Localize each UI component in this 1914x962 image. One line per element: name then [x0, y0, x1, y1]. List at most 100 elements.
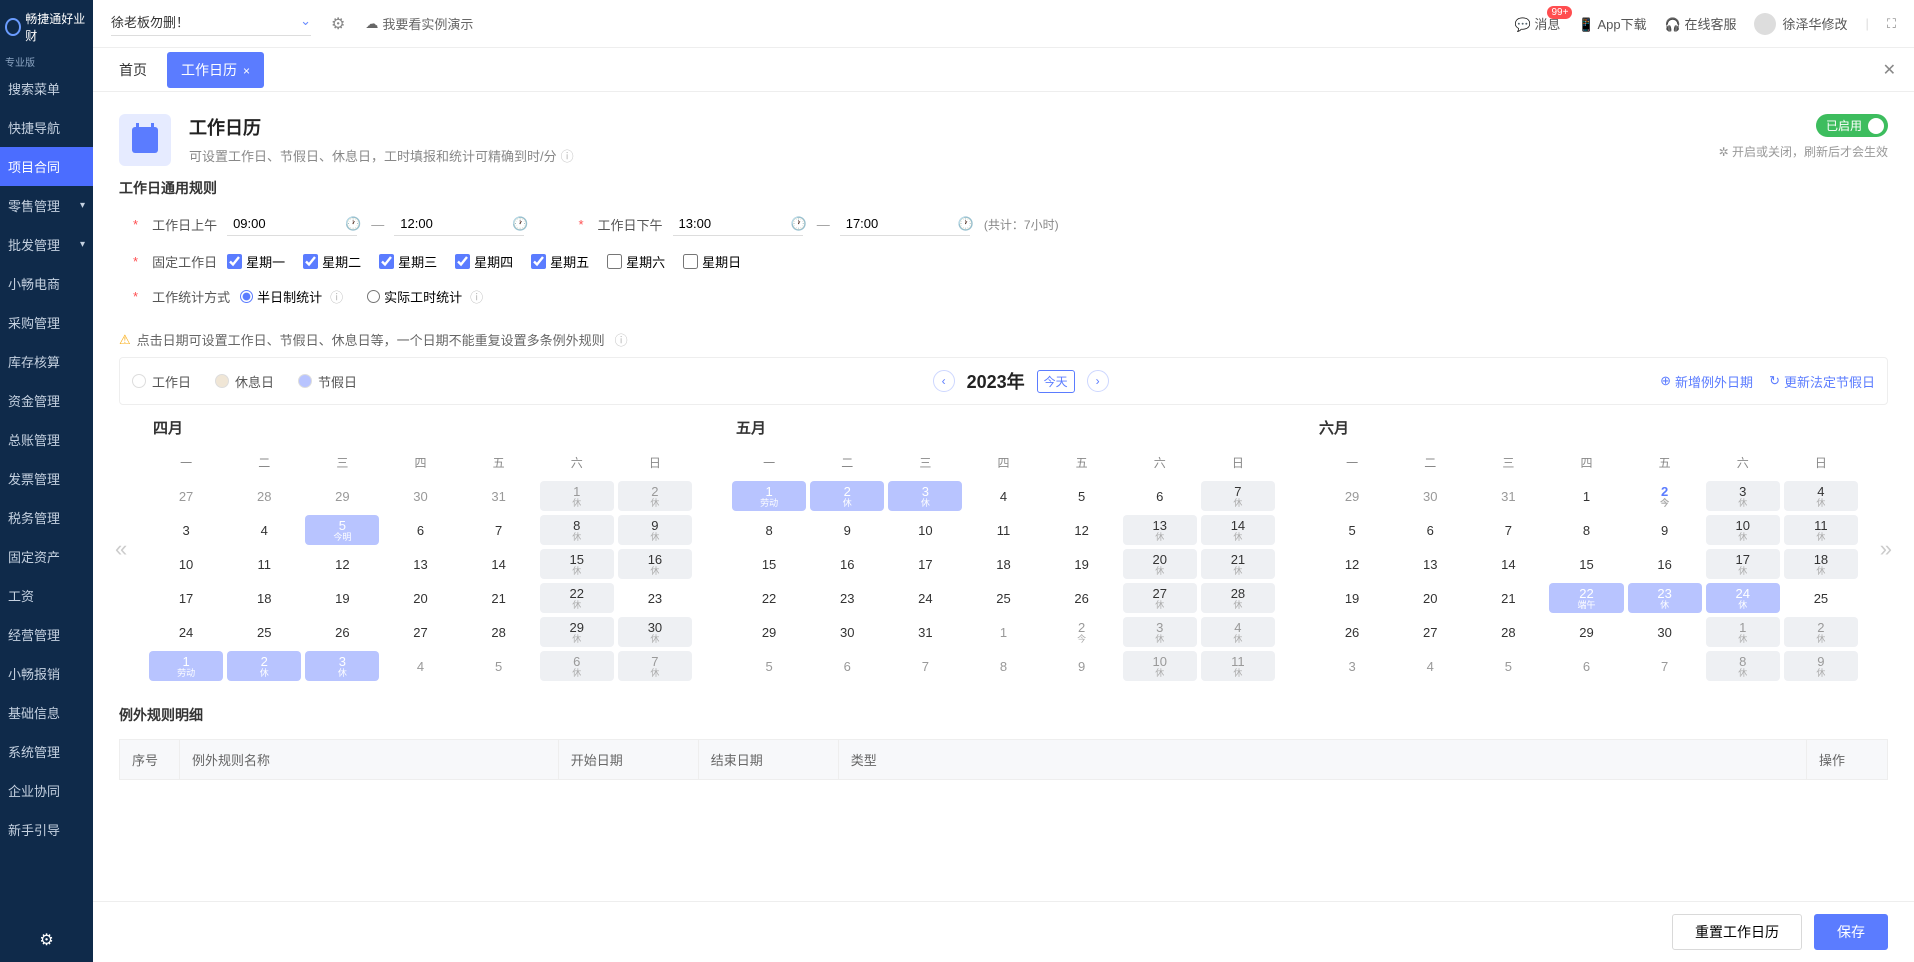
- calendar-day[interactable]: 24休: [1706, 583, 1780, 613]
- calendar-day[interactable]: 1劳动: [732, 481, 806, 511]
- calendar-day[interactable]: 8休: [540, 515, 614, 545]
- calendar-day[interactable]: 26: [305, 617, 379, 647]
- demo-link[interactable]: ☁ 我要看实例演示: [365, 14, 473, 33]
- calendar-day[interactable]: 31: [1471, 481, 1545, 511]
- calendar-day[interactable]: 1劳动: [149, 651, 223, 681]
- calendar-day[interactable]: 20: [383, 583, 457, 613]
- today-button[interactable]: 今天: [1037, 370, 1075, 393]
- calendar-day[interactable]: 5: [732, 651, 806, 681]
- calendar-day[interactable]: 4: [227, 515, 301, 545]
- calendar-day[interactable]: 25: [227, 617, 301, 647]
- calendar-day[interactable]: 29休: [540, 617, 614, 647]
- calendar-day[interactable]: 6: [1123, 481, 1197, 511]
- nav-item[interactable]: 快捷导航: [0, 108, 93, 147]
- close-icon[interactable]: ×: [243, 64, 250, 78]
- calendar-day[interactable]: 25: [966, 583, 1040, 613]
- calendar-day[interactable]: 2今: [1628, 481, 1702, 511]
- calendar-day[interactable]: 3休: [1123, 617, 1197, 647]
- calendar-day[interactable]: 3: [1315, 651, 1389, 681]
- calendar-day[interactable]: 17: [888, 549, 962, 579]
- calendar-day[interactable]: 4: [966, 481, 1040, 511]
- save-button[interactable]: 保存: [1814, 914, 1888, 950]
- calendar-day[interactable]: 20: [1393, 583, 1467, 613]
- nav-item[interactable]: 资金管理: [0, 381, 93, 420]
- calendar-day[interactable]: 6休: [540, 651, 614, 681]
- calendar-day[interactable]: 9: [1628, 515, 1702, 545]
- calendar-day[interactable]: 22休: [540, 583, 614, 613]
- calendar-day[interactable]: 2休: [810, 481, 884, 511]
- calendar-day[interactable]: 27: [149, 481, 223, 511]
- nav-item[interactable]: 库存核算: [0, 342, 93, 381]
- nav-item[interactable]: 总账管理: [0, 420, 93, 459]
- calendar-day[interactable]: 13: [383, 549, 457, 579]
- user-menu[interactable]: 徐泽华修改: [1754, 13, 1847, 35]
- nav-item[interactable]: 发票管理: [0, 459, 93, 498]
- calendar-day[interactable]: 5今明: [305, 515, 379, 545]
- calendar-day[interactable]: 4休: [1784, 481, 1858, 511]
- calendar-day[interactable]: 4: [1393, 651, 1467, 681]
- afternoon-start-input[interactable]: [673, 212, 803, 236]
- calendar-day[interactable]: 9休: [1784, 651, 1858, 681]
- calendar-day[interactable]: 26: [1315, 617, 1389, 647]
- nav-item[interactable]: 工资: [0, 576, 93, 615]
- calendar-day[interactable]: 23: [810, 583, 884, 613]
- calendar-day[interactable]: 10: [888, 515, 962, 545]
- calendar-day[interactable]: 11: [227, 549, 301, 579]
- calendar-day[interactable]: 6: [383, 515, 457, 545]
- app-download-button[interactable]: 📱 App下载: [1578, 14, 1646, 33]
- calendar-day[interactable]: 5: [1471, 651, 1545, 681]
- close-all-tabs[interactable]: ✕: [1877, 54, 1902, 86]
- settings-gear-icon[interactable]: ⚙: [0, 918, 93, 962]
- calendar-day[interactable]: 28: [1471, 617, 1545, 647]
- help-icon[interactable]: ⓘ: [330, 287, 343, 306]
- calendar-day[interactable]: 15: [1549, 549, 1623, 579]
- nav-item[interactable]: 固定资产: [0, 537, 93, 576]
- calendar-day[interactable]: 2休: [227, 651, 301, 681]
- update-holiday-button[interactable]: ↻更新法定节假日: [1769, 372, 1875, 391]
- calendar-day[interactable]: 9: [1045, 651, 1119, 681]
- weekday-checkbox[interactable]: 星期二: [303, 252, 361, 271]
- calendar-day[interactable]: 9休: [618, 515, 692, 545]
- calendar-day[interactable]: 1: [966, 617, 1040, 647]
- calendar-day[interactable]: 3休: [888, 481, 962, 511]
- calendar-day[interactable]: 16休: [618, 549, 692, 579]
- weekday-checkbox[interactable]: 星期三: [379, 252, 437, 271]
- calendar-day[interactable]: 3休: [305, 651, 379, 681]
- nav-item[interactable]: 企业协同: [0, 771, 93, 810]
- scroll-left-button[interactable]: «: [115, 536, 127, 562]
- add-exception-button[interactable]: ⊕新增例外日期: [1660, 372, 1753, 391]
- calendar-day[interactable]: 7: [1628, 651, 1702, 681]
- calendar-day[interactable]: 10: [149, 549, 223, 579]
- nav-item[interactable]: 经营管理: [0, 615, 93, 654]
- morning-end-input[interactable]: [394, 212, 524, 236]
- calendar-day[interactable]: 13: [1393, 549, 1467, 579]
- calendar-day[interactable]: 5: [462, 651, 536, 681]
- calendar-day[interactable]: 10休: [1123, 651, 1197, 681]
- stat-actual-radio[interactable]: 实际工时统计ⓘ: [367, 287, 483, 306]
- nav-item[interactable]: 小畅报销: [0, 654, 93, 693]
- nav-item[interactable]: 系统管理: [0, 732, 93, 771]
- calendar-day[interactable]: 29: [1315, 481, 1389, 511]
- weekday-checkbox[interactable]: 星期五: [531, 252, 589, 271]
- calendar-day[interactable]: 1休: [540, 481, 614, 511]
- calendar-day[interactable]: 8休: [1706, 651, 1780, 681]
- calendar-day[interactable]: 17: [149, 583, 223, 613]
- calendar-day[interactable]: 14: [462, 549, 536, 579]
- calendar-day[interactable]: 1休: [1706, 617, 1780, 647]
- calendar-day[interactable]: 23休: [1628, 583, 1702, 613]
- calendar-day[interactable]: 29: [1549, 617, 1623, 647]
- calendar-day[interactable]: 24: [149, 617, 223, 647]
- weekday-checkbox[interactable]: 星期一: [227, 252, 285, 271]
- help-icon[interactable]: ⓘ: [615, 330, 628, 349]
- enable-toggle[interactable]: 已启用: [1816, 114, 1888, 137]
- gear-icon[interactable]: ⚙: [331, 14, 345, 34]
- calendar-day[interactable]: 29: [732, 617, 806, 647]
- calendar-day[interactable]: 20休: [1123, 549, 1197, 579]
- calendar-day[interactable]: 16: [1628, 549, 1702, 579]
- calendar-day[interactable]: 2休: [1784, 617, 1858, 647]
- calendar-day[interactable]: 12: [1315, 549, 1389, 579]
- org-selector[interactable]: 徐老板勿删！ ⌄: [111, 12, 311, 36]
- weekday-checkbox[interactable]: 星期四: [455, 252, 513, 271]
- nav-item[interactable]: 税务管理: [0, 498, 93, 537]
- weekday-checkbox[interactable]: 星期六: [607, 252, 665, 271]
